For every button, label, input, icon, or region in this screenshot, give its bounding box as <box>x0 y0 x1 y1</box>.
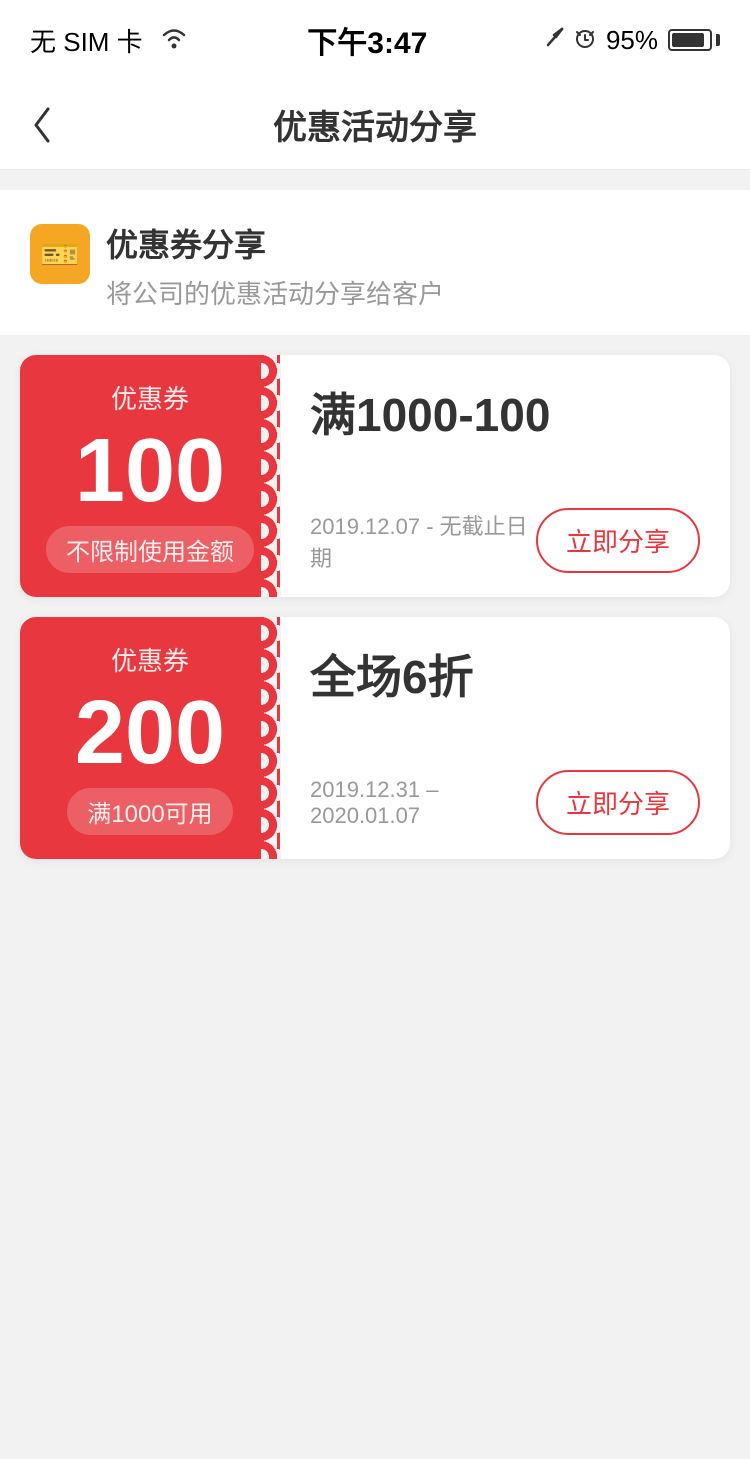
page-title: 优惠活动分享 <box>273 100 477 149</box>
coupon-card-1: 优惠券 100 不限制使用金额 满1000-100 2019.12.07 - 无… <box>20 355 730 597</box>
coupon-date-1: 2019.12.07 - 无截止日期 <box>310 509 536 573</box>
coupon-list: 优惠券 100 不限制使用金额 满1000-100 2019.12.07 - 无… <box>0 335 750 859</box>
battery-icon <box>668 29 720 51</box>
coupon-right-1: 满1000-100 2019.12.07 - 无截止日期 立即分享 <box>280 355 730 597</box>
section-subtitle: 将公司的优惠活动分享给客户 <box>106 274 444 311</box>
section-icon: 🎫 <box>30 224 90 284</box>
coupon-condition-2: 满1000可用 <box>67 788 232 835</box>
coupon-date-2: 2019.12.31 – 2020.01.07 <box>310 777 536 829</box>
coupon-title-1: 满1000-100 <box>310 379 700 445</box>
status-right: 95% <box>546 25 720 56</box>
coupon-title-2: 全场6折 <box>310 641 700 707</box>
back-button[interactable] <box>30 105 54 145</box>
section-header: 🎫 优惠券分享 将公司的优惠活动分享给客户 <box>0 190 750 335</box>
section-text: 优惠券分享 将公司的优惠活动分享给客户 <box>106 220 444 311</box>
wifi-icon <box>159 25 189 56</box>
empty-area <box>0 859 750 1459</box>
coupon-left-2: 优惠券 200 满1000可用 <box>20 617 280 859</box>
coupon-type-1: 优惠券 <box>111 379 189 416</box>
battery-percent: 95% <box>606 25 658 56</box>
section-title: 优惠券分享 <box>106 220 444 266</box>
status-left: 无 SIM 卡 <box>30 22 189 59</box>
share-button-1[interactable]: 立即分享 <box>536 508 700 573</box>
location-icon <box>546 25 564 56</box>
coupon-icon: 🎫 <box>40 235 80 273</box>
share-button-2[interactable]: 立即分享 <box>536 770 700 835</box>
coupon-card-2: 优惠券 200 满1000可用 全场6折 2019.12.31 – 2020.0… <box>20 617 730 859</box>
coupon-condition-1: 不限制使用金额 <box>46 526 254 573</box>
coupon-footer-2: 2019.12.31 – 2020.01.07 立即分享 <box>310 770 700 835</box>
coupon-value-1: 100 <box>75 426 225 516</box>
coupon-type-2: 优惠券 <box>111 641 189 678</box>
nav-bar: 优惠活动分享 <box>0 80 750 170</box>
coupon-left-1: 优惠券 100 不限制使用金额 <box>20 355 280 597</box>
status-time: 下午3:47 <box>307 18 427 62</box>
alarm-icon <box>574 25 596 56</box>
carrier-text: 无 SIM 卡 <box>30 22 143 59</box>
coupon-footer-1: 2019.12.07 - 无截止日期 立即分享 <box>310 508 700 573</box>
coupon-right-2: 全场6折 2019.12.31 – 2020.01.07 立即分享 <box>280 617 730 859</box>
status-bar: 无 SIM 卡 下午3:47 <box>0 0 750 80</box>
coupon-value-2: 200 <box>75 688 225 778</box>
